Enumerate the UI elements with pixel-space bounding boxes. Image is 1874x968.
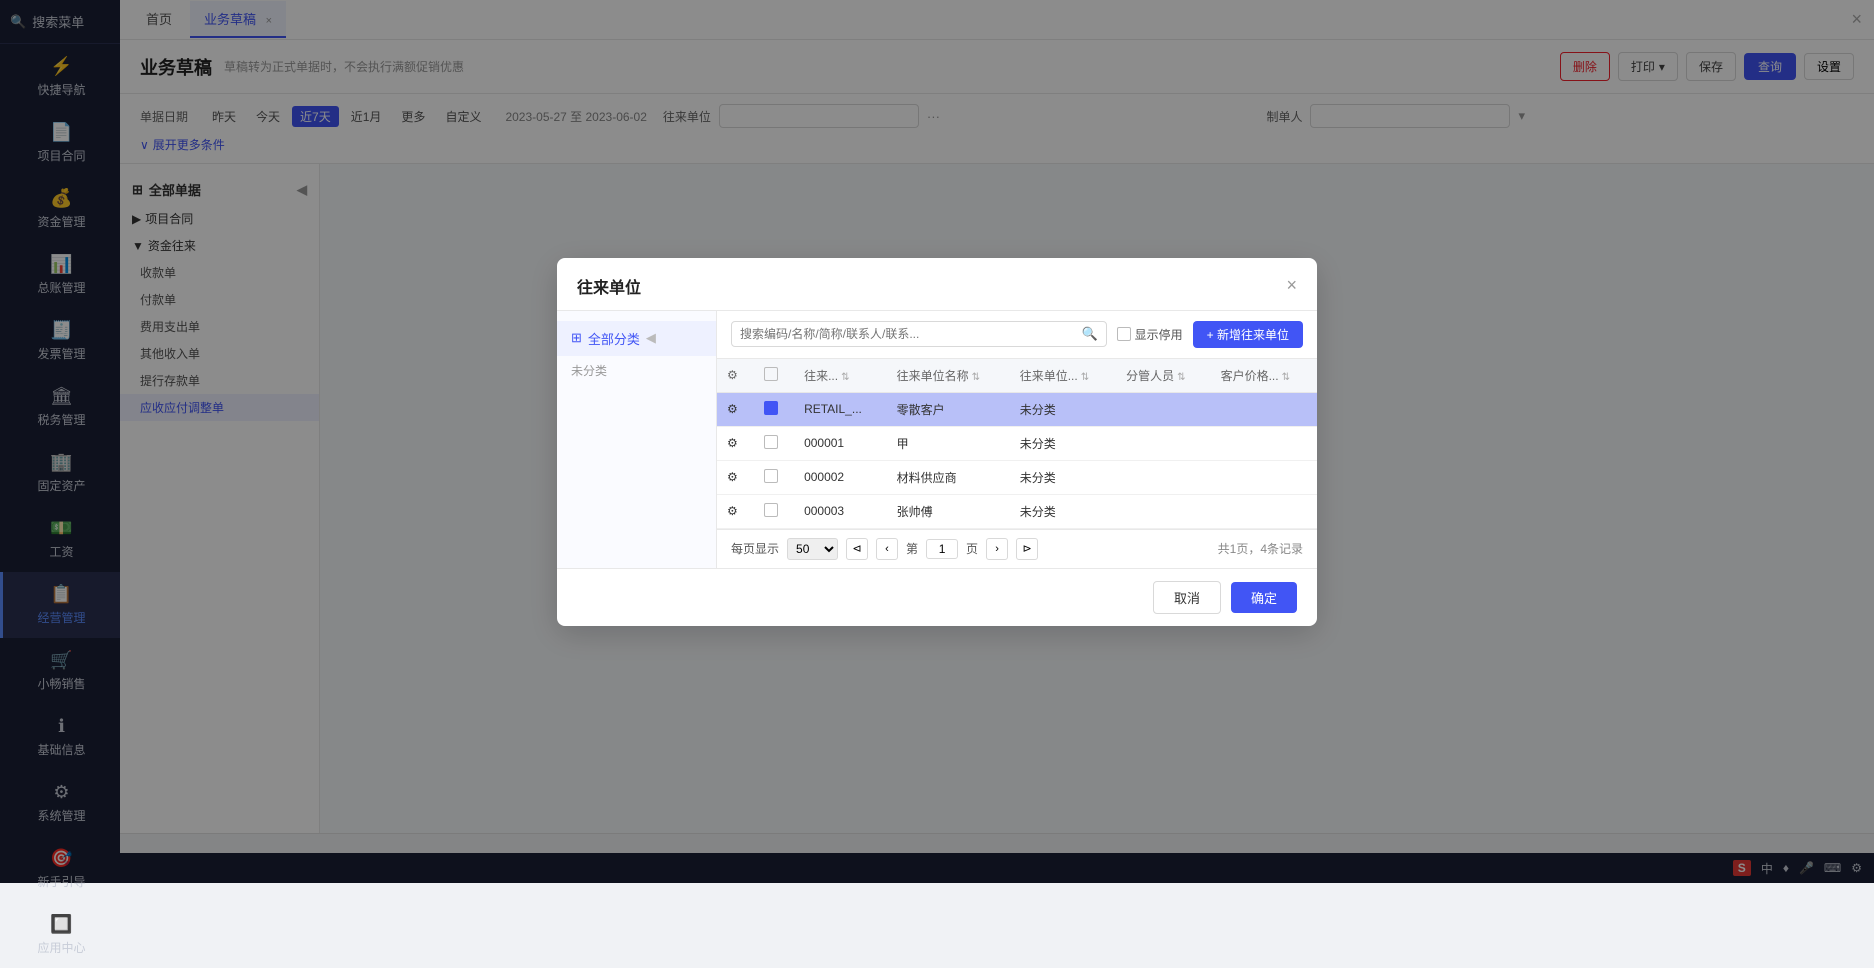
page-input[interactable] xyxy=(926,539,958,559)
td-checkbox[interactable] xyxy=(754,426,794,460)
td-category: 未分类 xyxy=(1010,460,1116,494)
td-name: 张帅傅 xyxy=(887,494,1010,528)
th-price: 客户价格...⇅ xyxy=(1211,359,1317,393)
table-row[interactable]: ⚙ 000003 张帅傅 未分类 xyxy=(717,494,1317,528)
td-code: 000003 xyxy=(794,494,887,528)
td-price xyxy=(1211,460,1317,494)
sort-icon2: ⇅ xyxy=(972,372,980,383)
app-center-icon: 🔲 xyxy=(50,914,72,935)
td-price xyxy=(1211,392,1317,426)
td-price xyxy=(1211,426,1317,460)
td-name: 甲 xyxy=(887,426,1010,460)
th-settings: ⚙ xyxy=(717,359,754,393)
gear-icon3: ⚙ xyxy=(727,436,738,450)
th-checkbox xyxy=(754,359,794,393)
uncategorized-item[interactable]: 未分类 xyxy=(557,356,716,385)
table-row[interactable]: ⚙ 000001 甲 未分类 xyxy=(717,426,1317,460)
td-code: 000002 xyxy=(794,460,887,494)
header-checkbox[interactable] xyxy=(764,367,778,381)
sort-icon3: ⇅ xyxy=(1081,372,1089,383)
modal-header: 往来单位 × xyxy=(557,258,1317,311)
modal-title: 往来单位 xyxy=(577,274,641,298)
grid-icon2: ⊞ xyxy=(571,330,582,346)
sidebar-item-app-center[interactable]: 🔲 应用中心 xyxy=(0,902,120,968)
td-price xyxy=(1211,494,1317,528)
modal-right-panel: 🔍 显示停用 + 新增往来单位 ⚙ xyxy=(717,311,1317,568)
td-name: 材料供应商 xyxy=(887,460,1010,494)
gear-icon: ⚙ xyxy=(727,368,738,382)
td-checkbox[interactable] xyxy=(754,460,794,494)
td-checkbox[interactable] xyxy=(754,494,794,528)
th-category: 往来单位...⇅ xyxy=(1010,359,1116,393)
show-disabled-checkbox[interactable]: 显示停用 xyxy=(1117,326,1183,343)
uncategorized-label: 未分类 xyxy=(571,364,607,378)
cancel-button[interactable]: 取消 xyxy=(1153,581,1221,614)
td-category: 未分类 xyxy=(1010,494,1116,528)
page-size-select[interactable]: 50 100 xyxy=(787,538,838,560)
modal-pagination: 每页显示 50 100 ⊲ ‹ 第 页 › ⊳ 共1页，4条记录 xyxy=(717,529,1317,568)
sidebar-item-label: 应用中心 xyxy=(37,939,85,956)
disabled-checkbox[interactable] xyxy=(1117,327,1131,341)
modal-overlay: 往来单位 × ⊞ 全部分类 ◀ 未分类 xyxy=(0,0,1874,883)
modal-footer: 取消 确定 xyxy=(557,568,1317,626)
td-category: 未分类 xyxy=(1010,426,1116,460)
modal-close-button[interactable]: × xyxy=(1286,275,1297,296)
add-partner-button[interactable]: + 新增往来单位 xyxy=(1193,321,1303,348)
collapse-icon[interactable]: ◀ xyxy=(646,330,656,346)
gear-icon2: ⚙ xyxy=(727,402,738,416)
td-code: RETAIL_... xyxy=(794,392,887,426)
per-page-label: 每页显示 xyxy=(731,540,779,557)
prev-page-btn[interactable]: ‹ xyxy=(876,538,898,560)
row-checkbox4[interactable] xyxy=(764,503,778,517)
sort-icon: ⇅ xyxy=(841,372,849,383)
th-name: 往来单位名称⇅ xyxy=(887,359,1010,393)
modal-toolbar: 🔍 显示停用 + 新增往来单位 xyxy=(717,311,1317,359)
sort-icon4: ⇅ xyxy=(1177,372,1185,383)
td-settings: ⚙ xyxy=(717,392,754,426)
modal-all-category[interactable]: ⊞ 全部分类 ◀ xyxy=(557,321,716,356)
modal-left-panel: ⊞ 全部分类 ◀ 未分类 xyxy=(557,311,717,568)
row-checkbox3[interactable] xyxy=(764,469,778,483)
td-manager xyxy=(1116,494,1210,528)
modal-body: ⊞ 全部分类 ◀ 未分类 🔍 显示停用 xyxy=(557,311,1317,568)
td-manager xyxy=(1116,460,1210,494)
partner-modal: 往来单位 × ⊞ 全部分类 ◀ 未分类 xyxy=(557,258,1317,626)
table-header-row: ⚙ 往来...⇅ 往来单位名称⇅ 往来单位...⇅ 分管人员⇅ 客户价格...⇅ xyxy=(717,359,1317,393)
td-settings: ⚙ xyxy=(717,460,754,494)
gear-icon5: ⚙ xyxy=(727,504,738,518)
modal-table: ⚙ 往来...⇅ 往来单位名称⇅ 往来单位...⇅ 分管人员⇅ 客户价格...⇅ xyxy=(717,359,1317,529)
td-settings: ⚙ xyxy=(717,426,754,460)
gear-icon4: ⚙ xyxy=(727,470,738,484)
td-category: 未分类 xyxy=(1010,392,1116,426)
confirm-button[interactable]: 确定 xyxy=(1231,582,1297,613)
page-prefix: 第 xyxy=(906,540,918,557)
modal-search-input[interactable] xyxy=(740,327,1075,341)
td-manager xyxy=(1116,392,1210,426)
pagination-info: 共1页，4条记录 xyxy=(1218,540,1303,557)
first-page-btn[interactable]: ⊲ xyxy=(846,538,868,560)
search-icon2: 🔍 xyxy=(1081,326,1097,342)
td-checkbox[interactable] xyxy=(754,392,794,426)
modal-search-box[interactable]: 🔍 xyxy=(731,321,1107,347)
table-row[interactable]: ⚙ 000002 材料供应商 未分类 xyxy=(717,460,1317,494)
table-row[interactable]: ⚙ RETAIL_... 零散客户 未分类 xyxy=(717,392,1317,426)
all-category-label: 全部分类 xyxy=(588,329,640,348)
td-manager xyxy=(1116,426,1210,460)
last-page-btn[interactable]: ⊳ xyxy=(1016,538,1038,560)
td-name: 零散客户 xyxy=(887,392,1010,426)
row-checkbox[interactable] xyxy=(764,401,778,415)
th-manager: 分管人员⇅ xyxy=(1116,359,1210,393)
td-settings: ⚙ xyxy=(717,494,754,528)
sort-icon5: ⇅ xyxy=(1282,372,1290,383)
row-checkbox2[interactable] xyxy=(764,435,778,449)
td-code: 000001 xyxy=(794,426,887,460)
th-code: 往来...⇅ xyxy=(794,359,887,393)
page-suffix: 页 xyxy=(966,540,978,557)
show-disabled-label: 显示停用 xyxy=(1135,326,1183,343)
next-page-btn[interactable]: › xyxy=(986,538,1008,560)
